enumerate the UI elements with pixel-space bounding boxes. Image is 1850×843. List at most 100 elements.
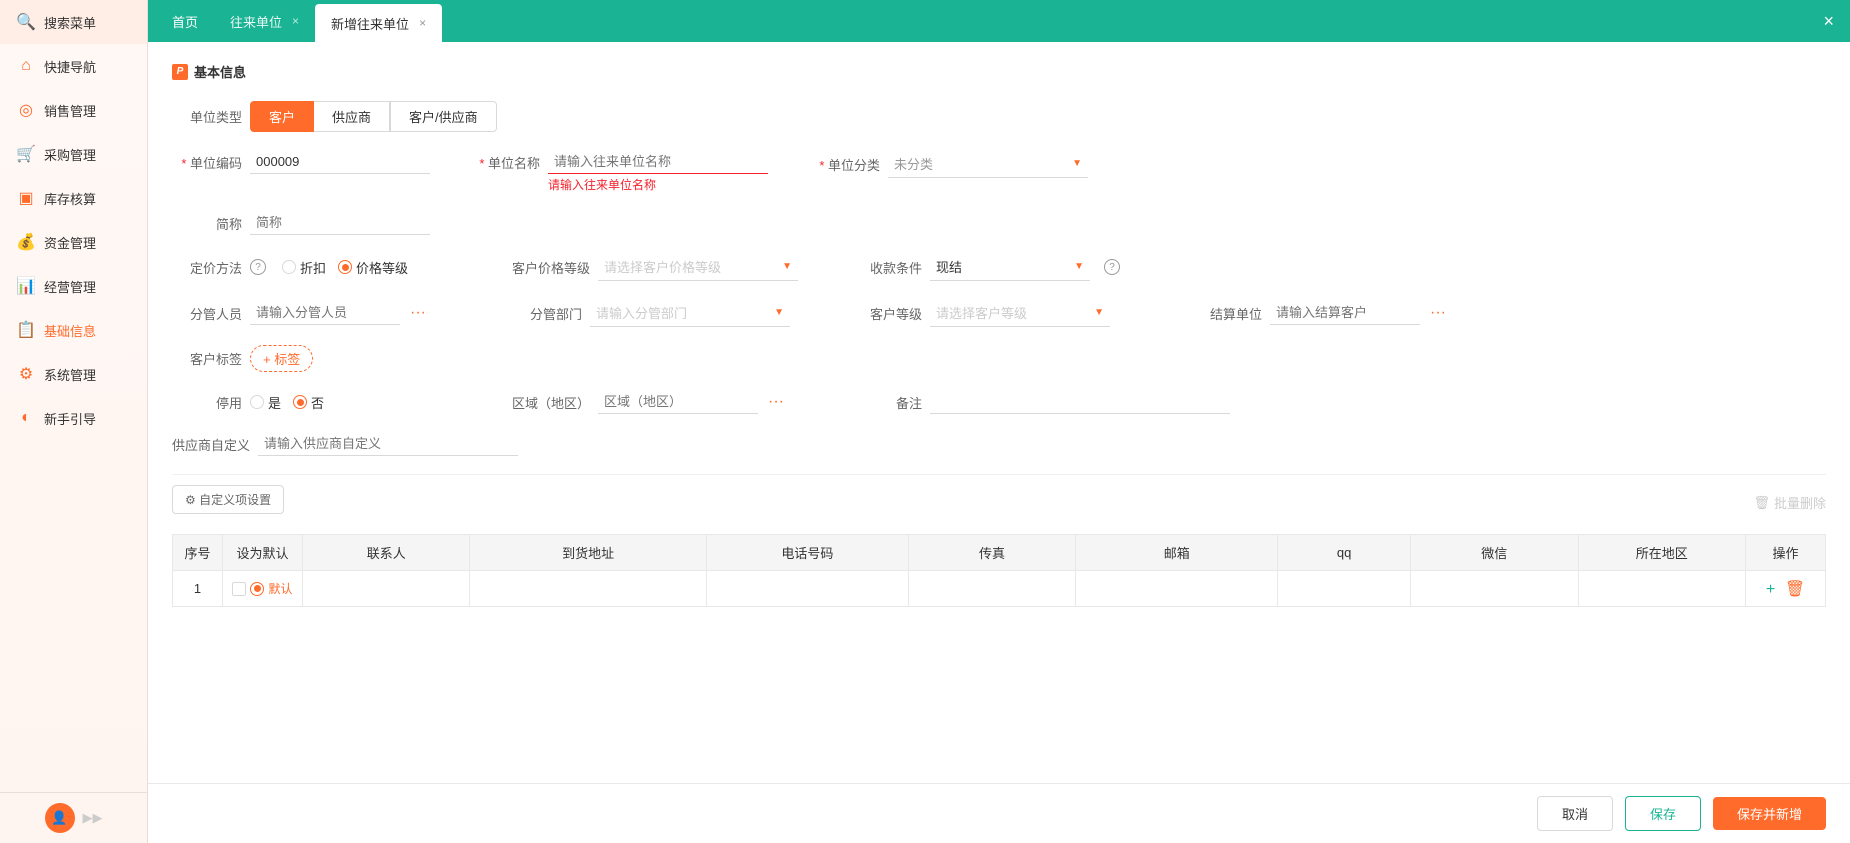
divider: [172, 474, 1826, 475]
system-icon: ⚙: [16, 364, 36, 384]
short-name-field: 简称: [172, 211, 1826, 235]
sidebar-search[interactable]: 🔍 搜索菜单: [0, 0, 147, 44]
disabled-row: 停用 是 否 区域（地区） ···: [172, 390, 1826, 414]
main-close-button[interactable]: ×: [1815, 11, 1842, 32]
unit-type-both-btn[interactable]: 客户/供应商: [390, 101, 497, 132]
pricing-row: 定价方法 ? 折扣 价格等级 客户价格等级 请选择客户价格等级: [172, 253, 1826, 281]
customer-level-label: 客户等级: [852, 304, 922, 323]
region-input[interactable]: [598, 390, 758, 414]
sidebar-item-inventory[interactable]: ▣ 库存核算: [0, 176, 147, 220]
unit-code-input[interactable]: [250, 150, 430, 174]
table-add-btn[interactable]: +: [1763, 581, 1778, 598]
customer-price-level-select[interactable]: 请选择客户价格等级 ▼: [598, 253, 798, 281]
save-new-button[interactable]: 保存并新增: [1713, 797, 1826, 830]
payment-terms-label: 收款条件: [852, 258, 922, 277]
region-more-btn[interactable]: ···: [766, 393, 786, 411]
customer-price-level-placeholder: 请选择客户价格等级: [604, 257, 721, 276]
department-select[interactable]: 请输入分管部门 ▼: [590, 299, 790, 327]
pricing-level-option[interactable]: 价格等级: [338, 258, 408, 277]
sidebar-item-sales[interactable]: ◎ 销售管理: [0, 88, 147, 132]
operations-icon: 📊: [16, 276, 36, 296]
unit-category-value: 未分类: [894, 154, 933, 173]
customer-level-placeholder: 请选择客户等级: [936, 303, 1027, 322]
tab-partners-close[interactable]: ×: [292, 14, 299, 28]
table-toolbar: ⚙ 自定义项设置 🗑 批量删除: [172, 485, 1826, 526]
disabled-no-option[interactable]: 否: [293, 393, 324, 412]
unit-code-field: 单位编码: [172, 150, 430, 174]
remark-label: 备注: [852, 393, 922, 412]
manager-input[interactable]: [250, 301, 400, 325]
sidebar-label-inventory: 库存核算: [44, 189, 96, 208]
row-checkbox[interactable]: [232, 582, 246, 596]
email-input[interactable]: [1127, 577, 1227, 600]
default-radio-item[interactable]: 默认: [250, 580, 292, 597]
tab-new-partner[interactable]: 新增往来单位 ×: [315, 4, 442, 42]
tab-partners[interactable]: 往来单位 ×: [214, 0, 315, 42]
save-button[interactable]: 保存: [1625, 796, 1701, 831]
settlement-unit-label: 结算单位: [1192, 304, 1262, 323]
sidebar-expand-icon[interactable]: ▶▶: [83, 810, 103, 826]
payment-help-icon[interactable]: ?: [1104, 259, 1120, 275]
custom-settings-button[interactable]: ⚙ 自定义项设置: [172, 485, 284, 514]
settlement-unit-input[interactable]: [1270, 301, 1420, 325]
unit-code-label: 单位编码: [172, 153, 242, 172]
cancel-button[interactable]: 取消: [1537, 796, 1613, 831]
sidebar-label-finance: 资金管理: [44, 233, 96, 252]
unit-category-select[interactable]: 未分类 ▼: [888, 150, 1088, 178]
customer-price-chevron: ▼: [782, 261, 792, 272]
pricing-method-field: 定价方法 ? 折扣 价格等级: [172, 258, 472, 277]
add-tag-label: + 标签: [263, 349, 300, 368]
unit-name-input[interactable]: [548, 150, 768, 174]
payment-terms-select[interactable]: 现结 ▼: [930, 253, 1090, 281]
default-radio: [250, 582, 264, 596]
inventory-icon: ▣: [16, 188, 36, 208]
tab-home[interactable]: 首页: [156, 0, 214, 42]
user-avatar[interactable]: 👤: [45, 803, 75, 833]
sidebar-item-purchase[interactable]: 🛒 采购管理: [0, 132, 147, 176]
contact-input[interactable]: [346, 577, 426, 600]
payment-terms-field: 收款条件 现结 ▼ ?: [852, 253, 1152, 281]
add-tag-btn[interactable]: + 标签: [250, 345, 313, 372]
sidebar-item-finance[interactable]: 💰 资金管理: [0, 220, 147, 264]
tab-new-partner-close[interactable]: ×: [419, 16, 426, 30]
table-header: 序号 设为默认 联系人 到货地址 电话号码 传真 邮箱 qq 微信 所在地区 操…: [173, 535, 1826, 571]
sidebar-item-system[interactable]: ⚙ 系统管理: [0, 352, 147, 396]
remark-input[interactable]: [930, 390, 1230, 414]
address-input[interactable]: [528, 577, 648, 600]
short-name-input[interactable]: [250, 211, 430, 235]
phone-input[interactable]: [757, 577, 857, 600]
pricing-help-icon[interactable]: ?: [250, 259, 266, 275]
settlement-more-btn[interactable]: ···: [1428, 304, 1448, 322]
sidebar-item-quick-nav[interactable]: ⌂ 快捷导航: [0, 44, 147, 88]
th-index: 序号: [173, 535, 223, 571]
manager-more-btn[interactable]: ···: [408, 304, 428, 322]
disabled-radio-group: 是 否: [250, 393, 324, 412]
td-email: [1076, 571, 1278, 607]
supplier-custom-input[interactable]: [258, 432, 518, 456]
table-region-input[interactable]: [1622, 577, 1702, 600]
unit-category-field: 单位分类 未分类 ▼: [810, 150, 1088, 178]
batch-delete-label[interactable]: 批量删除: [1774, 493, 1826, 512]
unit-type-label: 单位类型: [172, 107, 242, 126]
unit-type-supplier-btn[interactable]: 供应商: [314, 101, 390, 132]
disabled-yes-option[interactable]: 是: [250, 393, 281, 412]
customer-tag-field: 客户标签 + 标签: [172, 345, 472, 372]
sidebar-item-operations[interactable]: 📊 经营管理: [0, 264, 147, 308]
td-qq: [1278, 571, 1411, 607]
section-icon: P: [172, 64, 188, 80]
table-del-btn[interactable]: 🗑: [1782, 581, 1808, 598]
fax-input[interactable]: [952, 577, 1032, 600]
customer-level-select[interactable]: 请选择客户等级 ▼: [930, 299, 1110, 327]
disabled-yes-label: 是: [268, 393, 281, 412]
qq-input[interactable]: [1314, 577, 1374, 600]
sidebar-item-guide[interactable]: ◐ 新手引导: [0, 396, 147, 440]
td-region: [1578, 571, 1745, 607]
unit-name-field: 单位名称: [470, 150, 770, 174]
pricing-discount-option[interactable]: 折扣: [282, 258, 326, 277]
unit-type-customer-btn[interactable]: 客户: [250, 101, 314, 132]
td-default-inner: 默认: [231, 580, 294, 597]
sidebar-item-basic[interactable]: 📋 基础信息: [0, 308, 147, 352]
disabled-no-label: 否: [311, 393, 324, 412]
wechat-input[interactable]: [1454, 577, 1534, 600]
unit-category-label: 单位分类: [810, 155, 880, 174]
